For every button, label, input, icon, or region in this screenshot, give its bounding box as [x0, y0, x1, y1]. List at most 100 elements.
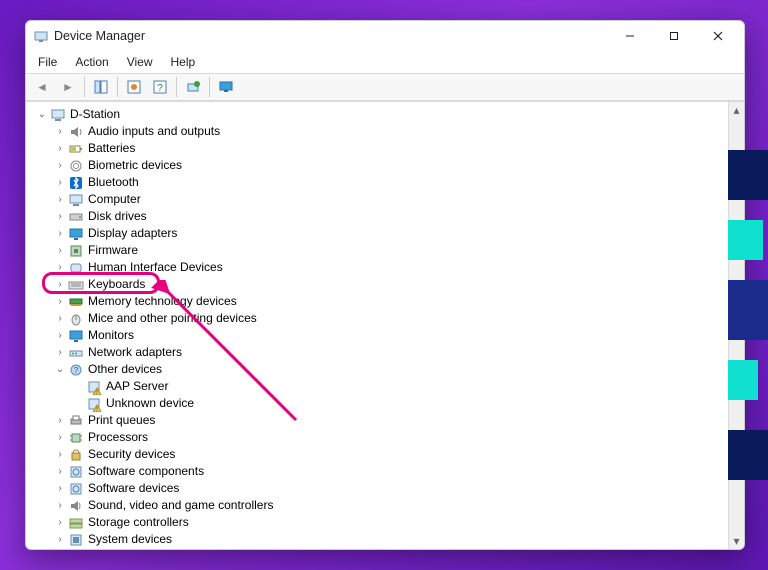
content-area: ⌄D-Station›Audio inputs and outputs›Batt… — [26, 101, 744, 549]
app-icon — [34, 29, 48, 43]
chevron-right-icon[interactable]: › — [54, 327, 66, 344]
tree-category-node[interactable]: ›Processors — [36, 429, 728, 446]
toolbar: ◄ ► ? — [26, 73, 744, 101]
tree-category-label: Keyboards — [88, 276, 151, 293]
computer-icon — [50, 107, 66, 123]
system-icon — [68, 532, 84, 548]
tree-category-node[interactable]: › Memory technology devices — [36, 293, 728, 310]
tree-category-label: Memory technology devices — [88, 293, 243, 310]
chevron-right-icon[interactable]: › — [54, 276, 66, 293]
tree-category-node[interactable]: ›System devices — [36, 531, 728, 548]
tree-device-label: Unknown device — [106, 395, 200, 412]
arrow-right-icon: ► — [62, 80, 74, 94]
biometric-icon — [68, 158, 84, 174]
tree-category-node[interactable]: › Keyboards — [36, 276, 728, 293]
chevron-right-icon[interactable]: › — [54, 310, 66, 327]
tree-category-node[interactable]: ›Computer — [36, 191, 728, 208]
chevron-right-icon[interactable]: › — [54, 480, 66, 497]
other-icon: ? — [68, 362, 84, 378]
menu-action[interactable]: Action — [67, 53, 116, 71]
chevron-right-icon[interactable]: › — [54, 123, 66, 140]
tree-category-node[interactable]: ›Firmware — [36, 242, 728, 259]
chevron-right-icon[interactable]: › — [54, 174, 66, 191]
chevron-right-icon[interactable]: › — [54, 412, 66, 429]
help-icon: ? — [153, 80, 167, 94]
close-button[interactable] — [696, 22, 740, 50]
mouse-icon — [68, 311, 84, 327]
minimize-button[interactable] — [608, 22, 652, 50]
chevron-right-icon[interactable]: › — [54, 531, 66, 548]
chevron-right-icon[interactable]: › — [54, 344, 66, 361]
tree-category-node[interactable]: › Batteries — [36, 140, 728, 157]
tree-category-label: Batteries — [88, 140, 141, 157]
bluetooth-icon — [68, 175, 84, 191]
audio-icon — [68, 124, 84, 140]
chevron-right-icon[interactable]: › — [54, 208, 66, 225]
chevron-right-icon[interactable]: › — [54, 242, 66, 259]
devices-printers-button[interactable] — [214, 76, 238, 98]
tree-category-node[interactable]: › Print queues — [36, 412, 728, 429]
tree-category-node[interactable]: ›Biometric devices — [36, 157, 728, 174]
chevron-right-icon[interactable]: › — [54, 514, 66, 531]
chevron-right-icon[interactable]: › — [54, 259, 66, 276]
menu-bar: File Action View Help — [26, 51, 744, 73]
chevron-right-icon[interactable]: › — [54, 463, 66, 480]
tree-category-node[interactable]: ›Network adapters — [36, 344, 728, 361]
chevron-right-icon[interactable]: › — [54, 293, 66, 310]
tree-category-node[interactable]: ›Sound, video and game controllers — [36, 497, 728, 514]
tree-category-label: Other devices — [88, 361, 168, 378]
device-tree[interactable]: ⌄D-Station›Audio inputs and outputs›Batt… — [26, 102, 728, 549]
chevron-right-icon[interactable]: › — [54, 497, 66, 514]
chevron-right-icon[interactable]: › — [54, 157, 66, 174]
chevron-right-icon[interactable]: › — [54, 140, 66, 157]
tree-category-node[interactable]: ⌄?Other devices — [36, 361, 728, 378]
device-manager-window: Device Manager File Action View Help ◄ ►… — [25, 20, 745, 550]
tree-category-node[interactable]: ›Disk drives — [36, 208, 728, 225]
scroll-down-icon[interactable]: ▾ — [729, 533, 744, 549]
tree-category-node[interactable]: ›Mice and other pointing devices — [36, 310, 728, 327]
tree-category-node[interactable]: › Monitors — [36, 327, 728, 344]
tree-category-node[interactable]: › Bluetooth — [36, 174, 728, 191]
hid-icon — [68, 260, 84, 276]
arrow-left-icon: ◄ — [36, 80, 48, 94]
scan-hardware-button[interactable] — [181, 76, 205, 98]
tree-category-label: Monitors — [88, 327, 140, 344]
tree-category-node[interactable]: › Human Interface Devices — [36, 259, 728, 276]
scroll-up-icon[interactable]: ▴ — [729, 102, 744, 118]
tree-category-node[interactable]: ›Storage controllers — [36, 514, 728, 531]
tree-category-node[interactable]: ›Audio inputs and outputs — [36, 123, 728, 140]
tree-category-node[interactable]: › Software devices — [36, 480, 728, 497]
tree-category-label: Software devices — [88, 480, 185, 497]
display-icon — [68, 226, 84, 242]
vertical-scrollbar[interactable]: ▴ ▾ — [728, 102, 744, 549]
help-button[interactable]: ? — [148, 76, 172, 98]
chevron-down-icon[interactable]: ⌄ — [36, 106, 48, 123]
tree-category-label: Security devices — [88, 446, 181, 463]
menu-view[interactable]: View — [119, 53, 161, 71]
menu-help[interactable]: Help — [163, 53, 204, 71]
chevron-right-icon[interactable]: › — [54, 225, 66, 242]
chevron-down-icon[interactable]: ⌄ — [54, 361, 66, 378]
show-hide-tree-button[interactable] — [89, 76, 113, 98]
tree-device-node[interactable]: !AAP Server — [36, 378, 728, 395]
computer-icon — [68, 192, 84, 208]
scroll-track[interactable] — [729, 118, 744, 533]
tree-root-node[interactable]: ⌄D-Station — [36, 106, 728, 123]
tree-category-node[interactable]: ›Display adapters — [36, 225, 728, 242]
window-title: Device Manager — [54, 29, 145, 43]
tree-category-label: Human Interface Devices — [88, 259, 229, 276]
properties-button[interactable] — [122, 76, 146, 98]
tree-category-label: Bluetooth — [88, 174, 145, 191]
titlebar[interactable]: Device Manager — [26, 21, 744, 51]
chevron-right-icon[interactable]: › — [54, 191, 66, 208]
back-button[interactable]: ◄ — [30, 76, 54, 98]
tree-category-node[interactable]: › Security devices — [36, 446, 728, 463]
tree-device-node[interactable]: !Unknown device — [36, 395, 728, 412]
chevron-right-icon[interactable]: › — [54, 429, 66, 446]
tree-category-label: Print queues — [88, 412, 161, 429]
menu-file[interactable]: File — [30, 53, 65, 71]
tree-category-node[interactable]: ›Software components — [36, 463, 728, 480]
maximize-button[interactable] — [652, 22, 696, 50]
chevron-right-icon[interactable]: › — [54, 446, 66, 463]
forward-button[interactable]: ► — [56, 76, 80, 98]
